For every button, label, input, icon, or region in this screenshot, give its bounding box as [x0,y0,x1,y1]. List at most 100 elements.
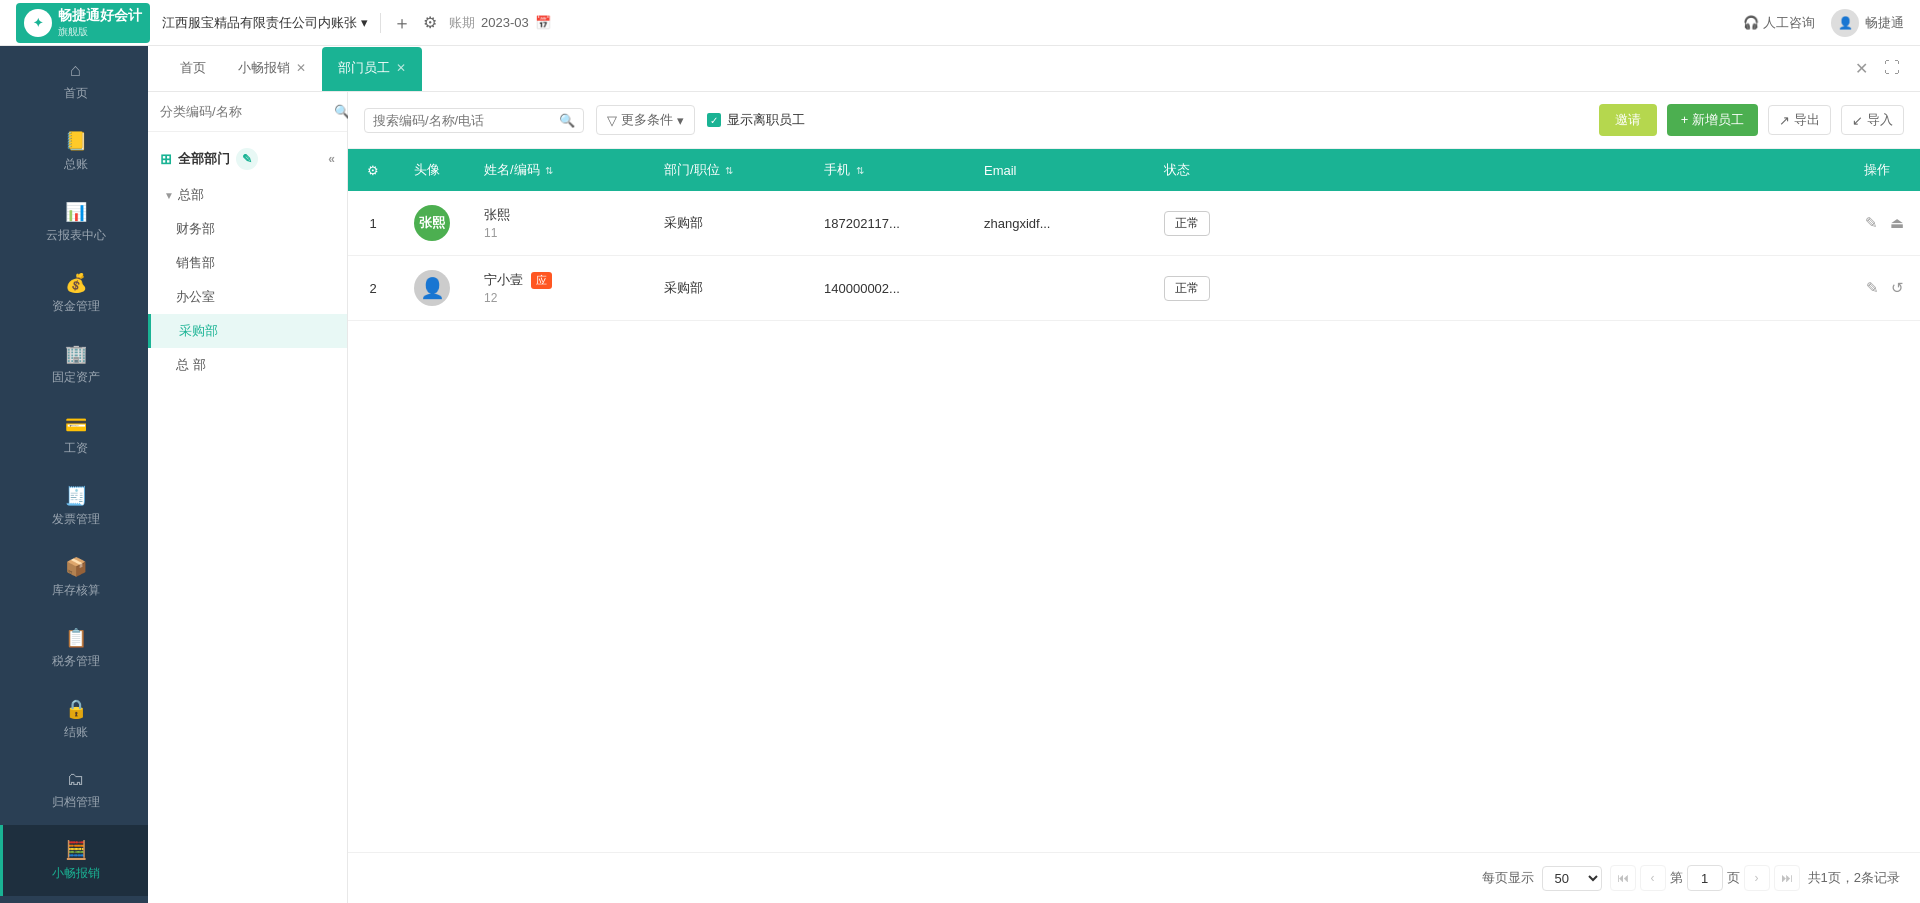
filter-button[interactable]: ▽ 更多条件 ▾ [596,105,695,135]
tab-dept-label: 部门员工 [338,59,390,77]
dept-finance-label: 财务部 [176,220,215,238]
col-email: Email [968,149,1148,191]
row2-edit-icon[interactable]: ✎ [1866,279,1879,297]
tab-dept[interactable]: 部门员工 ✕ [322,47,422,91]
row1-status: 正常 [1164,211,1210,236]
row2-avatar-cell: 👤 [398,256,468,321]
row2-email-cell [968,256,1148,321]
expand-icon: ▼ [164,190,174,201]
dept-node-office[interactable]: 办公室 [148,280,347,314]
col-name[interactable]: 姓名/编码 ⇅ [468,149,648,191]
row1-logout-icon[interactable]: ⏏ [1890,214,1904,232]
topbar: ✦ 畅捷通好会计 旗舰版 江西服宝精品有限责任公司内账张 ▾ ＋ ⚙ 账期 20… [0,0,1920,46]
row2-phone: 140000002... [824,281,900,296]
settings-col-icon: ⚙ [367,163,379,178]
dept-search-input[interactable] [160,104,328,119]
page-size-select[interactable]: 50 10 20 100 [1542,866,1602,891]
col-actions: 操作 [1348,149,1920,191]
page-input[interactable] [1687,865,1723,891]
import-label: 导入 [1867,111,1893,129]
sidebar-item-fund[interactable]: 💰 资金管理 [0,258,148,329]
dept-node-finance[interactable]: 财务部 [148,212,347,246]
sidebar-item-close[interactable]: 🔒 结账 [0,684,148,755]
row1-name-cell: 张熙 11 [468,191,648,256]
toolbar-right: 邀请 + 新增员工 ↗ 导出 ↙ 导入 [1599,104,1904,136]
col-settings[interactable]: ⚙ [348,149,398,191]
dept-collapse-icon[interactable]: « [328,152,335,166]
sidebar-item-assets[interactable]: 🏢 固定资产 [0,329,148,400]
page-navigation: ⏮ ‹ 第 页 › ⏭ [1610,865,1800,891]
archive-icon: 🗂 [67,769,85,790]
phone-sort-icon[interactable]: ⇅ [856,165,864,176]
sidebar-item-ledger[interactable]: 📒 总账 [0,116,148,187]
sidebar-item-invoice[interactable]: 🧾 发票管理 [0,471,148,542]
tab-home[interactable]: 首页 [164,47,222,91]
fund-icon: 💰 [65,272,87,294]
export-button[interactable]: ↗ 导出 [1768,105,1831,135]
period-display: 账期 2023-03 📅 [449,14,551,32]
search-icon[interactable]: 🔍 [559,113,575,128]
page-suffix: 页 [1727,869,1740,887]
export-icon: ↗ [1779,113,1790,128]
sidebar-item-home[interactable]: ⌂ 首页 [0,46,148,116]
add-employee-button[interactable]: + 新增员工 [1667,104,1758,136]
row1-index: 1 [348,191,398,256]
sidebar-item-label: 库存核算 [52,582,100,599]
page-size-label: 每页显示 [1482,869,1534,887]
dept-node-sales[interactable]: 销售部 [148,246,347,280]
dept-node-general[interactable]: 总 部 [148,348,347,382]
name-sort-icon[interactable]: ⇅ [545,165,553,176]
sidebar-item-salary[interactable]: 💳 工资 [0,400,148,471]
company-selector[interactable]: 江西服宝精品有限责任公司内账张 ▾ [162,14,368,32]
dept-sort-icon[interactable]: ⇅ [725,165,733,176]
logo-sub: 旗舰版 [58,25,142,39]
dept-edit-icon[interactable]: ✎ [236,148,258,170]
sidebar: ⌂ 首页 📒 总账 📊 云报表中心 💰 资金管理 🏢 固定资产 💳 工资 🧾 发… [0,46,148,903]
row1-edit-icon[interactable]: ✎ [1865,214,1878,232]
search-input[interactable] [373,113,553,128]
invite-button[interactable]: 邀请 [1599,104,1657,136]
dept-node-headquarters[interactable]: ▼ 总部 [148,178,347,212]
dept-all-button[interactable]: ⊞ 全部部门 ✎ « [148,140,347,178]
dropdown-icon: ▾ [361,15,368,30]
sidebar-item-reports[interactable]: 📊 云报表中心 [0,187,148,258]
prev-page-button[interactable]: ‹ [1640,865,1666,891]
sidebar-item-settings[interactable]: ⚙ 基础设置 [0,896,148,903]
sidebar-item-label: 总账 [64,156,88,173]
sidebar-item-inventory[interactable]: 📦 库存核算 [0,542,148,613]
tab-bar-controls: ✕ ⛶ [1851,55,1904,82]
tab-maximize-icon[interactable]: ⛶ [1880,55,1904,82]
sidebar-item-tax[interactable]: 📋 税务管理 [0,613,148,684]
last-page-button[interactable]: ⏭ [1774,865,1800,891]
dept-node-purchase[interactable]: 采购部 [148,314,347,348]
tab-close-icon[interactable]: ✕ [1851,55,1872,82]
calendar-icon[interactable]: 📅 [535,15,551,30]
next-page-button[interactable]: › [1744,865,1770,891]
row1-avatar-cell: 张熙 [398,191,468,256]
row2-refresh-icon[interactable]: ↺ [1891,279,1904,297]
row1-actions: ✎ ⏏ [1364,214,1904,232]
app-logo[interactable]: ✦ 畅捷通好会计 旗舰版 [16,3,150,43]
first-page-button[interactable]: ⏮ [1610,865,1636,891]
page-total: 共1页，2条记录 [1808,869,1900,887]
topbar-divider-1 [380,13,381,33]
tab-expense-close[interactable]: ✕ [296,61,306,75]
settings-button[interactable]: ⚙ [423,13,437,32]
row2-index: 2 [348,256,398,321]
close-acct-icon: 🔒 [65,698,87,720]
tab-home-label: 首页 [180,59,206,77]
tab-expense[interactable]: 小畅报销 ✕ [222,47,322,91]
table-area: 🔍 ▽ 更多条件 ▾ ✓ 显示离职员工 邀请 + 新增员工 [348,92,1920,903]
tab-dept-close[interactable]: ✕ [396,61,406,75]
col-dept[interactable]: 部门/职位 ⇅ [648,149,808,191]
show-resigned-checkbox[interactable]: ✓ 显示离职员工 [707,111,805,129]
add-tab-button[interactable]: ＋ [393,11,411,35]
service-button[interactable]: 🎧 人工咨询 [1743,14,1815,32]
user-menu[interactable]: 👤 畅捷通 [1831,9,1904,37]
sidebar-item-xiaochang[interactable]: 🧮 小畅报销 [0,825,148,896]
table-body: 1 张熙 张熙 11 [348,191,1920,321]
col-phone[interactable]: 手机 ⇅ [808,149,968,191]
import-button[interactable]: ↙ 导入 [1841,105,1904,135]
sidebar-item-archive[interactable]: 🗂 归档管理 [0,755,148,825]
row2-phone-cell: 140000002... [808,256,968,321]
